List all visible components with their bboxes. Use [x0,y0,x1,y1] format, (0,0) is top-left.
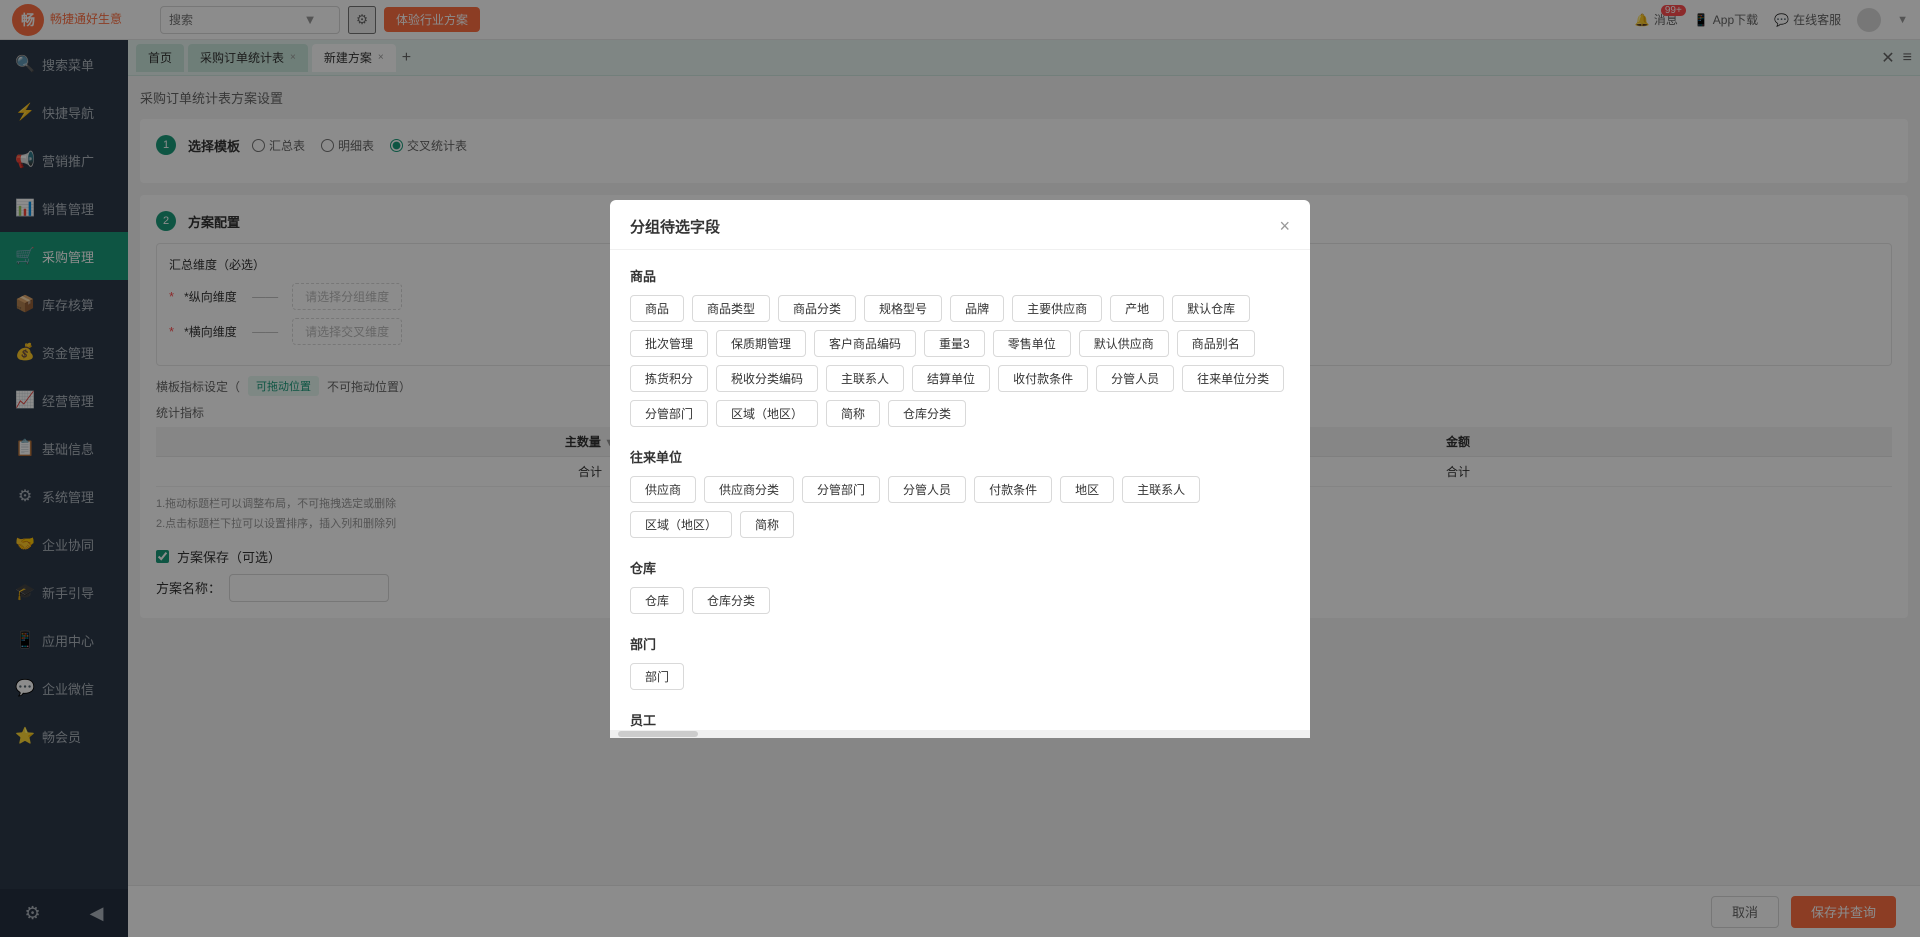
field-chip-主联系人[interactable]: 主联系人 [826,365,904,392]
field-chip-付款条件[interactable]: 付款条件 [974,476,1052,503]
field-chip-结算单位[interactable]: 结算单位 [912,365,990,392]
field-chip-默认供应商[interactable]: 默认供应商 [1079,330,1169,357]
field-group-title-department: 部门 [630,634,1290,653]
field-chip-供应商分类[interactable]: 供应商分类 [704,476,794,503]
field-chip-重量3[interactable]: 重量3 [924,330,985,357]
field-chip-简称[interactable]: 简称 [740,511,794,538]
field-chip-商品[interactable]: 商品 [630,295,684,322]
field-group-title-product: 商品 [630,266,1290,285]
modal-title: 分组待选字段 [630,216,720,237]
field-chip-分管部门[interactable]: 分管部门 [630,400,708,427]
field-chip-拣货积分[interactable]: 拣货积分 [630,365,708,392]
field-group-warehouse: 仓库仓库仓库分类 [630,558,1290,614]
field-chip-商品类型[interactable]: 商品类型 [692,295,770,322]
field-chip-分管部门[interactable]: 分管部门 [802,476,880,503]
field-chips-product: 商品商品类型商品分类规格型号品牌主要供应商产地默认仓库批次管理保质期管理客户商品… [630,295,1290,427]
modal-close-button[interactable]: × [1279,216,1290,237]
modal-header: 分组待选字段 × [610,200,1310,250]
field-chip-商品分类[interactable]: 商品分类 [778,295,856,322]
field-group-title-warehouse: 仓库 [630,558,1290,577]
field-chip-分管人员[interactable]: 分管人员 [1096,365,1174,392]
field-group-department: 部门部门 [630,634,1290,690]
field-chip-商品别名[interactable]: 商品别名 [1177,330,1255,357]
modal-overlay: 分组待选字段 × 商品商品商品类型商品分类规格型号品牌主要供应商产地默认仓库批次… [0,0,1920,937]
field-chip-仓库[interactable]: 仓库 [630,587,684,614]
field-chip-区域（地区）[interactable]: 区域（地区） [630,511,732,538]
field-chip-收付款条件[interactable]: 收付款条件 [998,365,1088,392]
field-group-title-counterparty: 往来单位 [630,447,1290,466]
field-chip-零售单位[interactable]: 零售单位 [993,330,1071,357]
field-chip-分管人员[interactable]: 分管人员 [888,476,966,503]
field-chip-区域（地区）[interactable]: 区域（地区） [716,400,818,427]
field-chips-counterparty: 供应商供应商分类分管部门分管人员付款条件地区主联系人区域（地区） 简称 [630,476,1290,538]
field-chips-department: 部门 [630,663,1290,690]
field-chip-品牌[interactable]: 品牌 [950,295,1004,322]
field-chip-客户商品编码[interactable]: 客户商品编码 [814,330,916,357]
field-chip-往来单位分类[interactable]: 往来单位分类 [1182,365,1284,392]
modal-body[interactable]: 商品商品商品类型商品分类规格型号品牌主要供应商产地默认仓库批次管理保质期管理客户… [610,250,1310,730]
field-group-employee: 员工业务员 [630,710,1290,730]
field-chip-保质期管理[interactable]: 保质期管理 [716,330,806,357]
modal-hscroll [610,730,1310,738]
modal-hscroll-thumb [618,731,698,737]
field-chip-简称[interactable]: 简称 [826,400,880,427]
field-chip-规格型号[interactable]: 规格型号 [864,295,942,322]
field-select-modal: 分组待选字段 × 商品商品商品类型商品分类规格型号品牌主要供应商产地默认仓库批次… [610,200,1310,738]
field-group-title-employee: 员工 [630,710,1290,729]
field-chip-地区[interactable]: 地区 [1060,476,1114,503]
field-chip-仓库分类[interactable]: 仓库分类 [888,400,966,427]
field-chip-供应商[interactable]: 供应商 [630,476,696,503]
field-chip-部门[interactable]: 部门 [630,663,684,690]
field-chip-主要供应商[interactable]: 主要供应商 [1012,295,1102,322]
field-chip-主联系人[interactable]: 主联系人 [1122,476,1200,503]
field-chip-产地[interactable]: 产地 [1110,295,1164,322]
field-group-counterparty: 往来单位供应商供应商分类分管部门分管人员付款条件地区主联系人区域（地区） 简称 [630,447,1290,538]
field-chips-warehouse: 仓库仓库分类 [630,587,1290,614]
field-group-product: 商品商品商品类型商品分类规格型号品牌主要供应商产地默认仓库批次管理保质期管理客户… [630,266,1290,427]
field-chip-仓库分类[interactable]: 仓库分类 [692,587,770,614]
field-chip-税收分类编码[interactable]: 税收分类编码 [716,365,818,392]
field-chip-默认仓库[interactable]: 默认仓库 [1172,295,1250,322]
field-chip-批次管理[interactable]: 批次管理 [630,330,708,357]
